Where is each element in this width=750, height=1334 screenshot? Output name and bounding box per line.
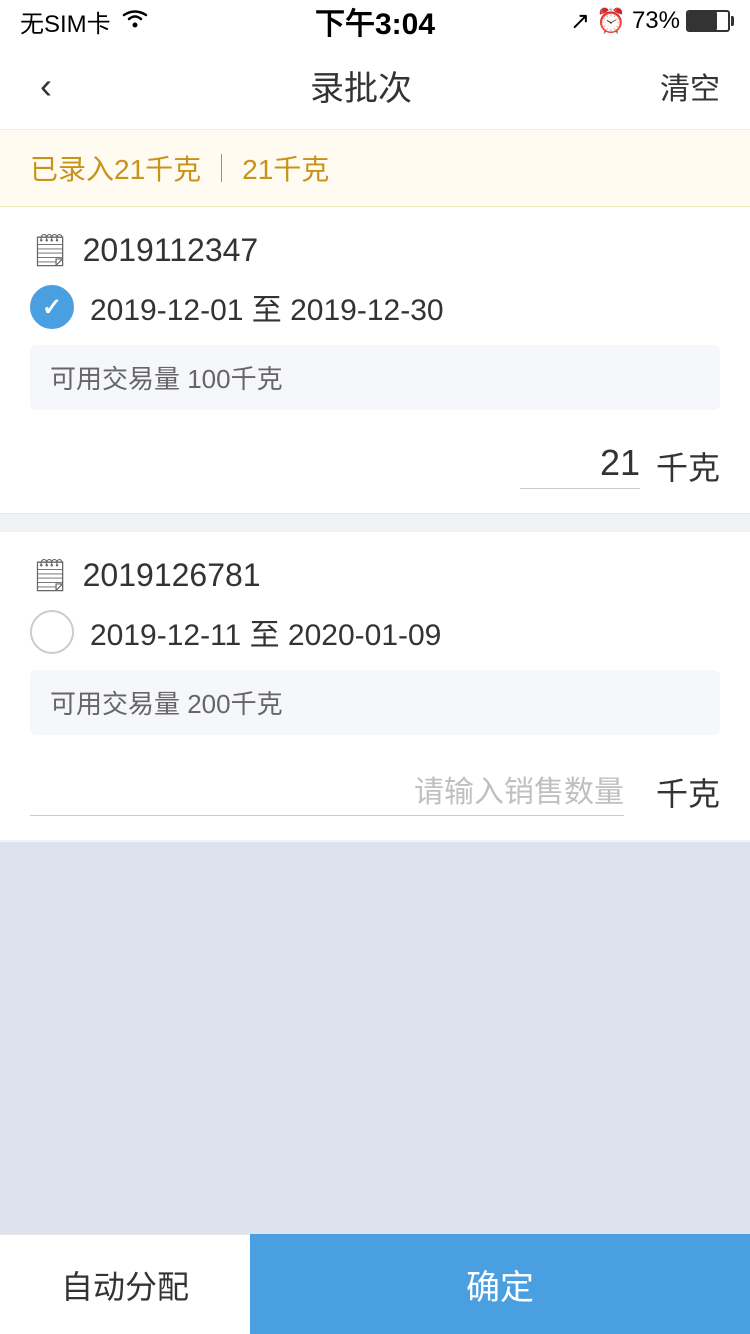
- clear-button[interactable]: 清空: [660, 64, 720, 108]
- recorded-value: 21千克: [242, 148, 329, 188]
- batch-date-1: 2019-12-01 至 2019-12-30: [90, 285, 444, 329]
- checkbox-1[interactable]: [30, 285, 74, 329]
- qty-unit-1: 千克: [656, 443, 720, 489]
- status-bar: 无SIM卡 下午3:04 ↗ ⏰ 73%: [0, 0, 750, 42]
- info-banner: 已录入21千克 21千克: [0, 130, 750, 207]
- confirm-button[interactable]: 确定: [250, 1234, 750, 1334]
- batch-date-row-1: 2019-12-01 至 2019-12-30: [0, 277, 750, 337]
- bottom-bar: 自动分配 确定: [0, 1234, 750, 1334]
- batch-header-1: 🗒 2019112347: [0, 207, 750, 277]
- batch-header-2: 🗒 2019126781: [0, 532, 750, 602]
- batch-id-1: 2019112347: [83, 232, 259, 269]
- info-divider: [221, 154, 222, 182]
- qty-placeholder-row-2: 请输入销售数量 千克: [0, 751, 750, 840]
- status-time: 下午3:04: [315, 0, 435, 43]
- separator-area: [0, 516, 750, 532]
- recorded-label: 已录入21千克: [30, 148, 201, 188]
- page-title: 录批次: [310, 61, 412, 110]
- qty-placeholder-2[interactable]: 请输入销售数量: [414, 767, 624, 811]
- qty-value-1[interactable]: 21: [600, 442, 640, 483]
- alarm-icon: ⏰: [596, 7, 626, 36]
- battery-percent: 73%: [632, 7, 680, 35]
- location-icon: ↗: [570, 7, 590, 36]
- battery-icon: [686, 10, 730, 32]
- main-content: 🗒 2019112347 2019-12-01 至 2019-12-30 可用交…: [0, 207, 750, 1311]
- carrier-text: 无SIM卡: [20, 4, 111, 39]
- available-qty-1: 可用交易量 100千克: [30, 345, 720, 410]
- batch-item-1: 🗒 2019112347 2019-12-01 至 2019-12-30 可用交…: [0, 207, 750, 514]
- qty-input-row-1: 21 千克: [0, 426, 750, 514]
- batch-icon-1: 🗒: [30, 231, 71, 269]
- batch-date-row-2: 2019-12-11 至 2020-01-09: [0, 602, 750, 662]
- auto-distribute-button[interactable]: 自动分配: [0, 1234, 250, 1334]
- qty-unit-2: 千克: [656, 769, 720, 815]
- batch-date-2: 2019-12-11 至 2020-01-09: [90, 610, 441, 654]
- batch-id-2: 2019126781: [83, 557, 261, 594]
- available-qty-2: 可用交易量 200千克: [30, 670, 720, 735]
- back-button[interactable]: ‹: [30, 55, 62, 117]
- status-right: ↗ ⏰ 73%: [570, 7, 730, 36]
- batch-item-2: 🗒 2019126781 2019-12-11 至 2020-01-09 可用交…: [0, 532, 750, 840]
- checkbox-2[interactable]: [30, 610, 74, 654]
- batch-icon-2: 🗒: [30, 556, 71, 594]
- wifi-icon: [119, 6, 151, 37]
- status-left: 无SIM卡: [20, 4, 151, 39]
- qty-underline-1: 21: [520, 442, 640, 489]
- nav-bar: ‹ 录批次 清空: [0, 42, 750, 130]
